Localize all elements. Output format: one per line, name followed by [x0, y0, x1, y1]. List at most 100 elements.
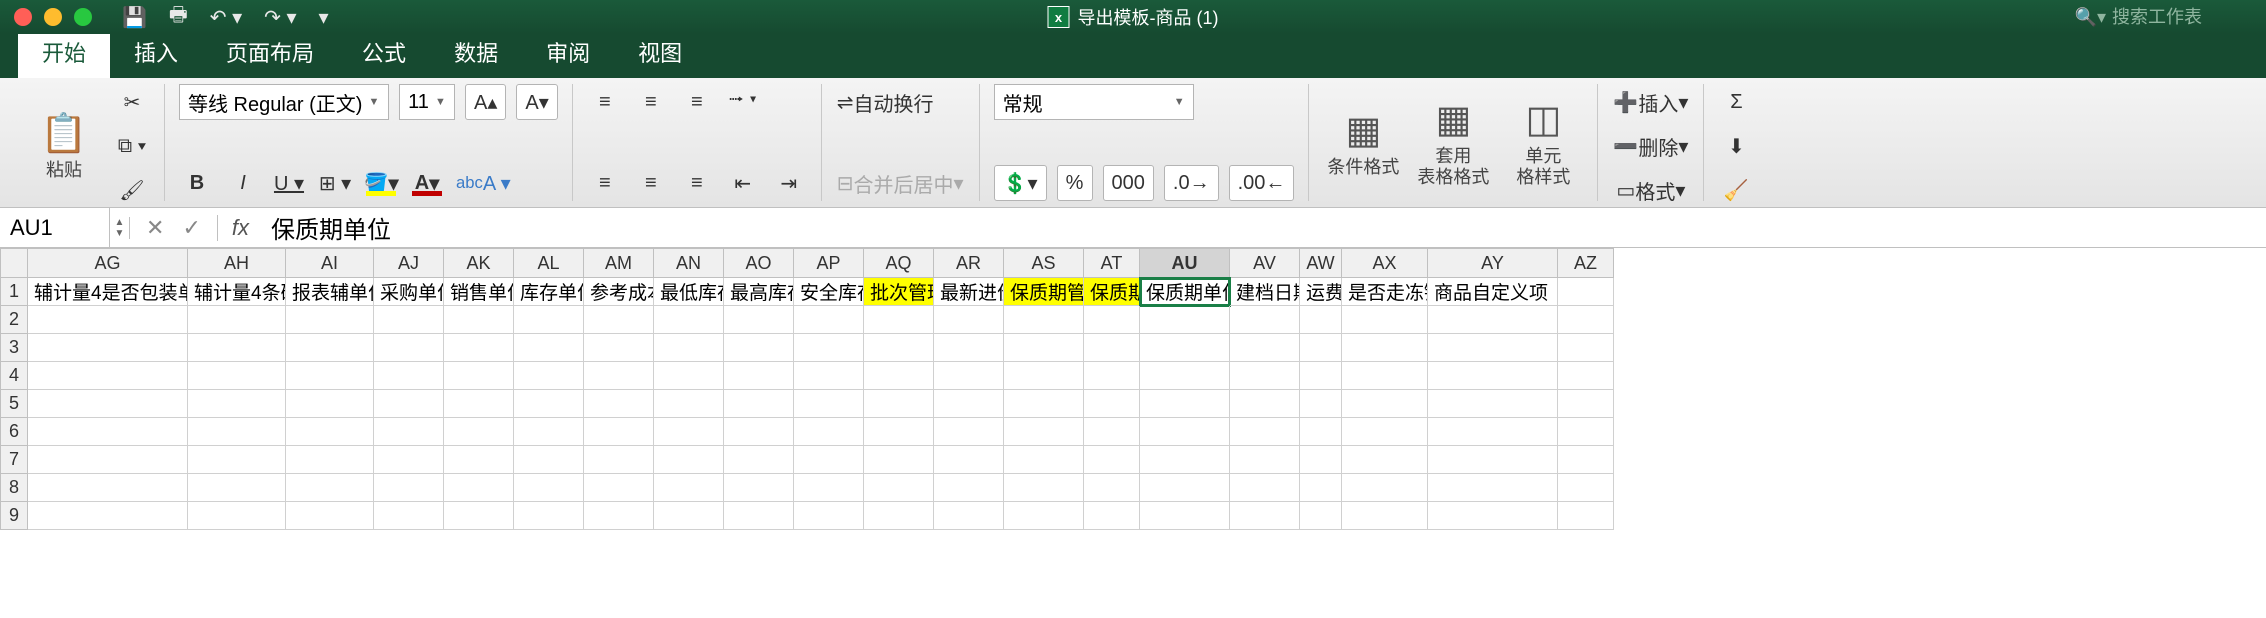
copy-button[interactable]: ⧉ ▾ [114, 128, 150, 164]
cell[interactable] [1084, 502, 1140, 530]
orientation-button[interactable]: ⭬ ▾ [725, 84, 761, 120]
column-header[interactable]: AL [514, 248, 584, 278]
cell[interactable] [374, 362, 444, 390]
cell[interactable] [1428, 446, 1558, 474]
cell[interactable] [1230, 334, 1300, 362]
cell[interactable] [794, 390, 864, 418]
redo-icon[interactable]: ↷ ▾ [264, 5, 296, 30]
column-header[interactable]: AY [1428, 248, 1558, 278]
cell[interactable] [1428, 418, 1558, 446]
cell[interactable] [864, 418, 934, 446]
cell[interactable] [584, 306, 654, 334]
column-header[interactable]: AV [1230, 248, 1300, 278]
cell[interactable] [654, 362, 724, 390]
cell[interactable] [514, 306, 584, 334]
row-header[interactable]: 6 [0, 418, 28, 446]
underline-button[interactable]: U ▾ [271, 165, 307, 201]
column-header[interactable]: AP [794, 248, 864, 278]
cell[interactable] [1428, 306, 1558, 334]
column-header[interactable]: AQ [864, 248, 934, 278]
cell[interactable]: 辅计量4是否包装单位 [28, 278, 188, 306]
cell[interactable] [444, 446, 514, 474]
cell[interactable] [934, 502, 1004, 530]
cell[interactable] [1004, 446, 1084, 474]
italic-button[interactable]: I [225, 165, 261, 201]
cell[interactable] [374, 306, 444, 334]
cell[interactable] [584, 502, 654, 530]
phonetic-button[interactable]: abcA ▾ [455, 165, 512, 201]
row-header[interactable]: 3 [0, 334, 28, 362]
save-icon[interactable]: 💾 [122, 5, 147, 30]
cell[interactable] [794, 474, 864, 502]
paste-button[interactable]: 📋 粘贴 [24, 112, 104, 181]
row-header[interactable]: 4 [0, 362, 28, 390]
qat-customize-icon[interactable]: ▾ [319, 5, 329, 30]
cell[interactable] [374, 502, 444, 530]
cell[interactable] [514, 446, 584, 474]
cell[interactable] [864, 334, 934, 362]
cell[interactable] [794, 362, 864, 390]
row-header[interactable]: 5 [0, 390, 28, 418]
cell[interactable] [1558, 362, 1614, 390]
cell[interactable] [724, 418, 794, 446]
cell[interactable] [188, 390, 286, 418]
cell[interactable] [1300, 418, 1342, 446]
cell[interactable] [188, 474, 286, 502]
cell[interactable] [1140, 390, 1230, 418]
cell[interactable] [654, 418, 724, 446]
cell[interactable] [514, 418, 584, 446]
autosum-button[interactable]: Σ [1718, 84, 1754, 120]
cell[interactable] [654, 334, 724, 362]
cell[interactable] [1084, 446, 1140, 474]
decrease-decimal-button[interactable]: .00← [1229, 165, 1295, 201]
cell[interactable] [1004, 306, 1084, 334]
decrease-font-button[interactable]: A▾ [516, 84, 557, 120]
conditional-formatting-button[interactable]: ▦条件格式 [1323, 108, 1403, 178]
minimize-window-button[interactable] [44, 8, 62, 26]
cell[interactable] [1300, 446, 1342, 474]
cell[interactable] [28, 390, 188, 418]
cell[interactable] [1558, 278, 1614, 306]
cell[interactable] [934, 306, 1004, 334]
cell[interactable] [1230, 418, 1300, 446]
cell[interactable] [1428, 362, 1558, 390]
cell[interactable] [1230, 446, 1300, 474]
cell[interactable] [934, 474, 1004, 502]
cell[interactable] [1140, 334, 1230, 362]
cell[interactable] [1084, 418, 1140, 446]
cell[interactable]: 采购单位 [374, 278, 444, 306]
cell[interactable] [444, 306, 514, 334]
row-header[interactable]: 1 [0, 278, 28, 306]
chevron-down-icon[interactable]: ▼ [110, 228, 129, 239]
cut-button[interactable]: ✂︎ [114, 84, 150, 120]
font-size-combobox[interactable]: 11▼ [399, 84, 455, 120]
cell[interactable] [934, 390, 1004, 418]
cell[interactable] [934, 446, 1004, 474]
cell[interactable] [28, 362, 188, 390]
cell[interactable] [1140, 306, 1230, 334]
delete-cells-button[interactable]: ➖ 删除 ▾ [1612, 128, 1689, 164]
fill-color-button[interactable]: 🪣 ▾ [363, 169, 399, 197]
cell[interactable] [584, 474, 654, 502]
currency-button[interactable]: 💲▾ [994, 165, 1047, 201]
percent-button[interactable]: % [1057, 165, 1093, 201]
cell[interactable] [374, 418, 444, 446]
cell[interactable]: 保质期单位 [1140, 278, 1230, 306]
cell[interactable] [28, 502, 188, 530]
cell[interactable] [286, 418, 374, 446]
cell[interactable] [28, 306, 188, 334]
fill-button[interactable]: ⬇ [1718, 128, 1754, 164]
align-center-button[interactable]: ≡ [633, 165, 669, 201]
column-header[interactable]: AR [934, 248, 1004, 278]
row-header[interactable]: 8 [0, 474, 28, 502]
align-left-button[interactable]: ≡ [587, 165, 623, 201]
cell[interactable] [1140, 362, 1230, 390]
cell[interactable] [794, 334, 864, 362]
column-header[interactable]: AJ [374, 248, 444, 278]
cell[interactable] [1558, 502, 1614, 530]
print-icon[interactable]: 🖶 [169, 0, 188, 34]
column-header[interactable]: AT [1084, 248, 1140, 278]
column-header[interactable]: AG [28, 248, 188, 278]
cell[interactable] [1300, 306, 1342, 334]
cell[interactable] [934, 362, 1004, 390]
